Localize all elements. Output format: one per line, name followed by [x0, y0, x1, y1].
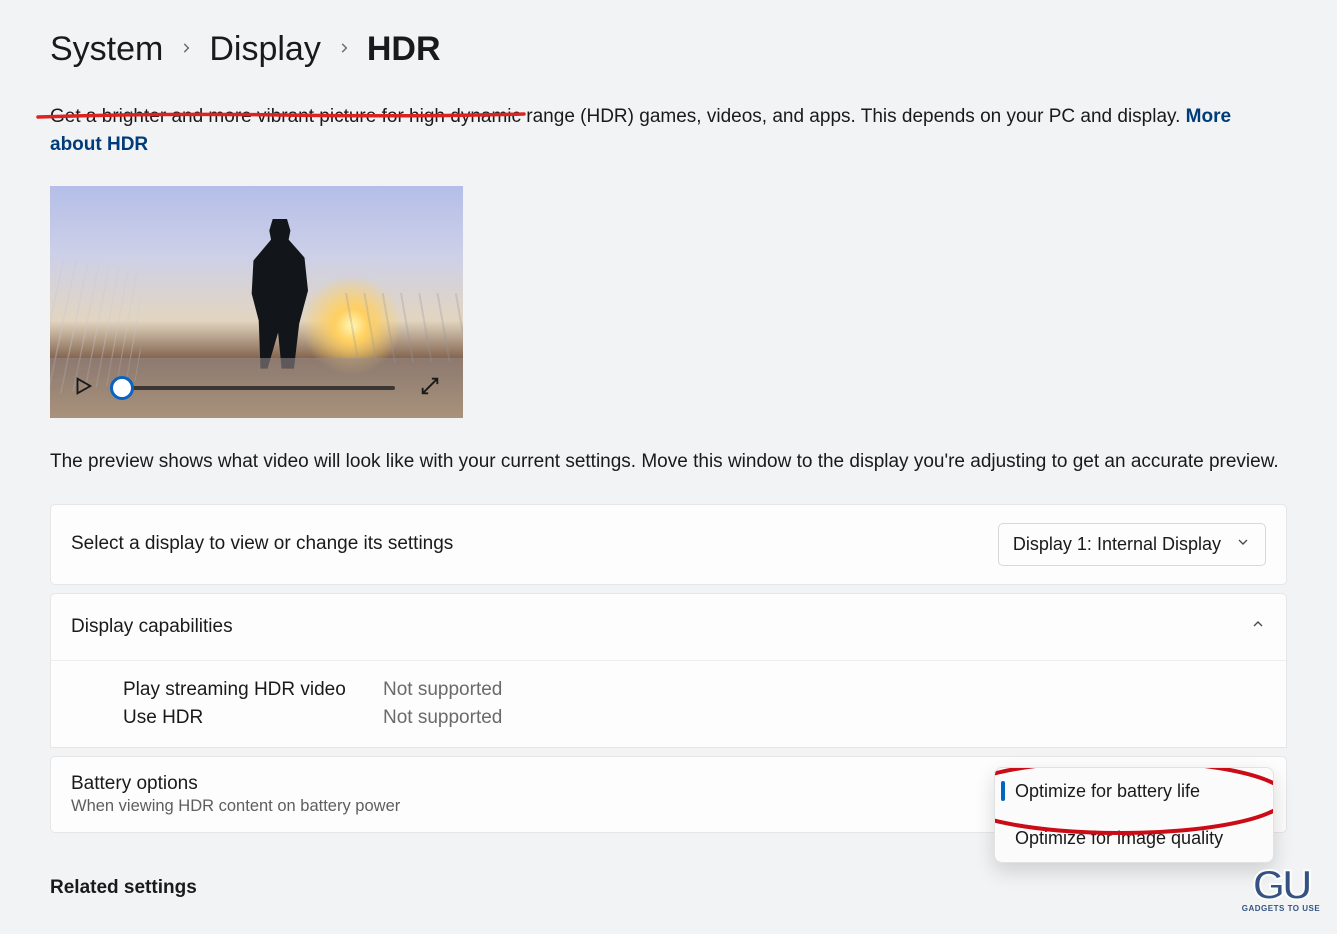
- option-label: Optimize for battery life: [1015, 781, 1200, 802]
- option-label: Optimize for image quality: [1015, 828, 1223, 849]
- chevron-right-icon: [179, 38, 193, 61]
- chevron-down-icon: [1235, 534, 1251, 555]
- display-select-dropdown[interactable]: Display 1: Internal Display: [998, 523, 1266, 566]
- display-capabilities-title: Display capabilities: [71, 616, 233, 638]
- display-capabilities-card: Display capabilities Play streaming HDR …: [50, 593, 1287, 748]
- cap-row-label: Play streaming HDR video: [123, 679, 383, 701]
- display-select-value: Display 1: Internal Display: [1013, 534, 1221, 555]
- select-display-card: Select a display to view or change its s…: [50, 504, 1287, 585]
- chevron-up-icon: [1250, 616, 1266, 637]
- chevron-right-icon: [337, 38, 351, 61]
- cap-row-value: Not supported: [383, 707, 1266, 729]
- description-text: Get a brighter and more vibrant picture …: [50, 106, 1186, 127]
- select-display-label: Select a display to view or change its s…: [71, 533, 453, 555]
- video-scene-person: [236, 219, 324, 369]
- cap-row-value: Not supported: [383, 679, 1266, 701]
- related-settings-heading: Related settings: [50, 877, 1287, 899]
- preview-caption: The preview shows what video will look l…: [50, 448, 1287, 476]
- video-scene-railing-right: [339, 293, 463, 363]
- battery-options-subtitle: When viewing HDR content on battery powe…: [71, 797, 400, 816]
- fullscreen-icon[interactable]: [419, 375, 441, 402]
- cap-row-label: Use HDR: [123, 707, 383, 729]
- breadcrumb-display[interactable]: Display: [209, 30, 320, 69]
- battery-option-quality[interactable]: Optimize for image quality: [995, 815, 1273, 862]
- battery-options-dropdown[interactable]: Optimize for battery life Optimize for i…: [994, 767, 1274, 863]
- breadcrumb: System Display HDR: [50, 30, 1287, 69]
- page-title: HDR: [367, 30, 441, 69]
- battery-option-life[interactable]: Optimize for battery life: [995, 768, 1273, 815]
- video-progress-slider[interactable]: [118, 386, 395, 390]
- battery-options-title: Battery options: [71, 773, 400, 795]
- play-icon[interactable]: [72, 375, 94, 402]
- breadcrumb-system[interactable]: System: [50, 30, 163, 69]
- display-capabilities-body: Play streaming HDR video Not supported U…: [51, 660, 1286, 747]
- battery-options-card: Battery options When viewing HDR content…: [50, 756, 1287, 833]
- hdr-description: Get a brighter and more vibrant picture …: [50, 103, 1287, 158]
- display-capabilities-header[interactable]: Display capabilities: [51, 594, 1286, 660]
- video-controls: [50, 358, 463, 418]
- watermark-brand: GU: [1253, 868, 1310, 902]
- watermark-sub: GADGETS TO USE: [1242, 904, 1320, 913]
- watermark-logo: GU GADGETS TO USE: [1231, 868, 1331, 928]
- video-preview: [50, 186, 463, 418]
- slider-thumb[interactable]: [110, 376, 134, 400]
- battery-options-text: Battery options When viewing HDR content…: [71, 773, 400, 816]
